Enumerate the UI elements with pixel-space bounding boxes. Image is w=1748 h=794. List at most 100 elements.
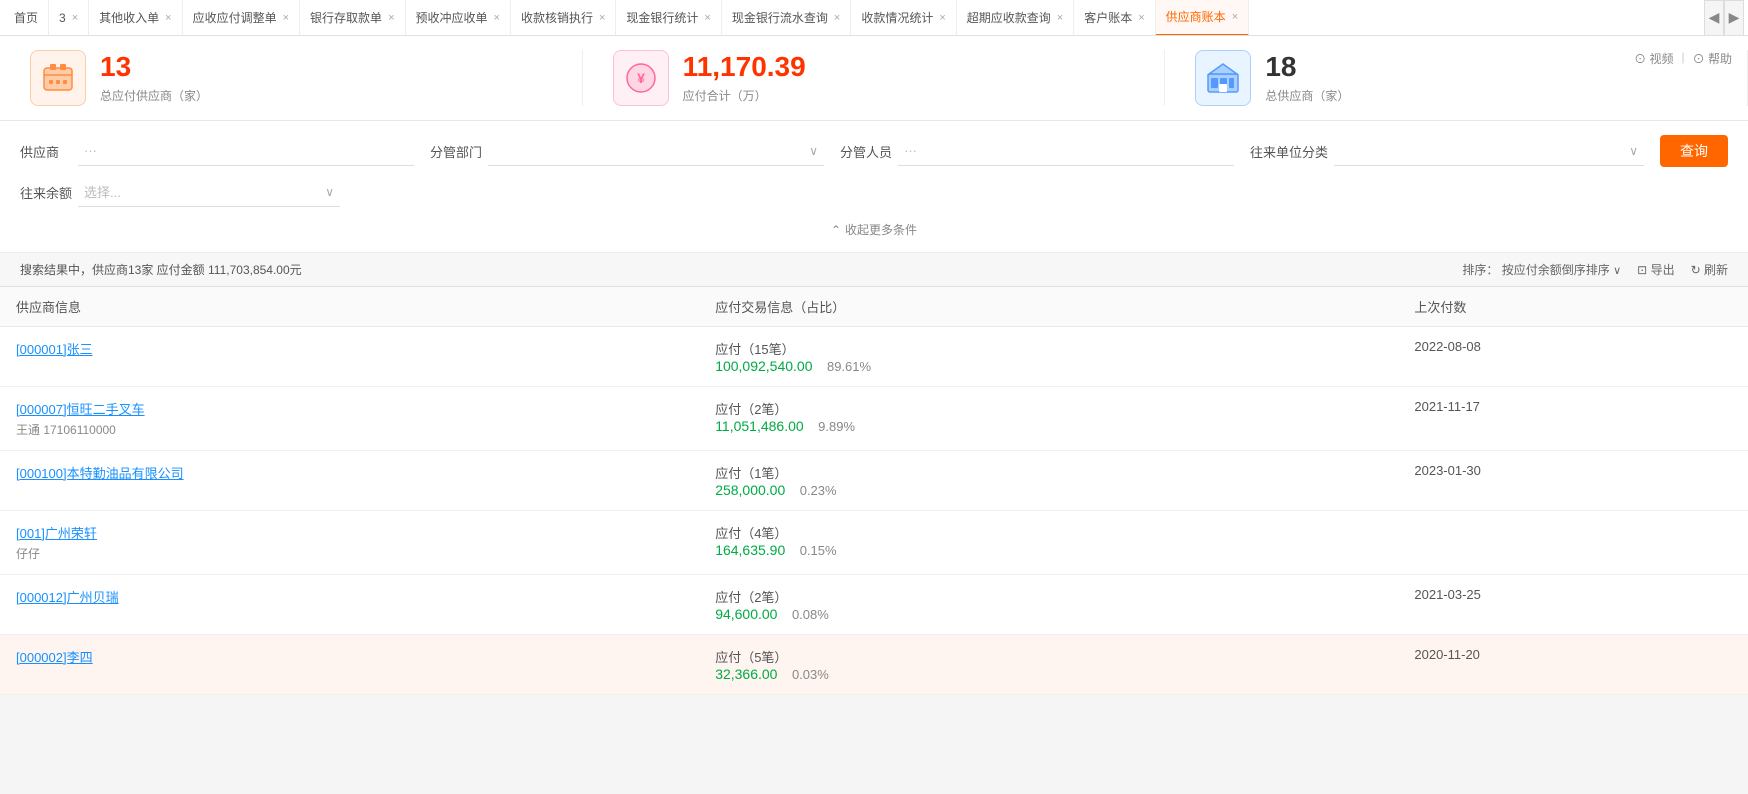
filter-category: 往来单位分类 ∨ xyxy=(1250,136,1644,166)
query-button[interactable]: 查询 xyxy=(1660,135,1728,167)
result-summary: 搜索结果中，供应商13家 应付金额 111,703,854.00元 xyxy=(20,261,302,278)
tab-label: 其他收入单 xyxy=(99,9,159,26)
table-row: [000002]李四 应付（5笔） 32,366.00 0.03% 2020-1… xyxy=(0,635,1748,695)
close-icon[interactable]: × xyxy=(1138,12,1144,24)
nav-tab-payable-adjust[interactable]: 应收应付调整单 × xyxy=(183,0,300,36)
nav-tab-supplier-account[interactable]: 供应商账本 × xyxy=(1156,0,1249,36)
payable-suppliers-number: 13 xyxy=(100,52,208,83)
nav-tab-cash-bank-stat[interactable]: 现金银行统计 × xyxy=(616,0,721,36)
payable-cell: 应付（2笔） 94,600.00 0.08% xyxy=(699,575,1398,635)
payable-amount[interactable]: 258,000.00 xyxy=(715,482,785,498)
table-header-row: 供应商信息 应付交易信息（占比） 上次付数 xyxy=(0,287,1748,327)
close-icon[interactable]: × xyxy=(165,12,171,24)
payable-amount[interactable]: 100,092,540.00 xyxy=(715,358,812,374)
category-select[interactable]: ∨ xyxy=(1334,136,1644,166)
tab-label: 客户账本 xyxy=(1084,9,1132,26)
last-payment-cell xyxy=(1398,511,1748,575)
close-icon[interactable]: × xyxy=(1057,12,1063,24)
result-actions: 排序： 按应付余额倒序排序 ∨ ⊡ 导出 ↻ 刷新 xyxy=(1462,261,1728,278)
supplier-cell: [000002]李四 xyxy=(0,635,699,695)
dept-select[interactable]: ∨ xyxy=(488,136,824,166)
tab-label: 超期应收款查询 xyxy=(967,9,1051,26)
person-input[interactable]: ··· xyxy=(898,136,1234,166)
close-icon[interactable]: × xyxy=(1232,11,1238,23)
nav-tab-customer-account[interactable]: 客户账本 × xyxy=(1074,0,1155,36)
last-payment-cell: 2023-01-30 xyxy=(1398,451,1748,511)
last-payment-date: 2021-03-25 xyxy=(1414,587,1481,602)
payable-total-number: 11,170.39 xyxy=(683,52,806,83)
refresh-button[interactable]: ↻ 刷新 xyxy=(1691,261,1728,278)
total-suppliers-number: 18 xyxy=(1265,52,1349,83)
stat-info-payable-suppliers: 13 总应付供应商（家） xyxy=(100,52,208,104)
nav-tab-advance-collect[interactable]: 预收冲应收单 × xyxy=(406,0,511,36)
total-suppliers-label: 总供应商（家） xyxy=(1265,87,1349,104)
collapse-more-conditions[interactable]: ⌃ 收起更多条件 xyxy=(20,217,1728,242)
nav-tab-collect-stat[interactable]: 收款情况统计 × xyxy=(851,0,956,36)
payable-amount[interactable]: 94,600.00 xyxy=(715,606,777,622)
supplier-link[interactable]: [000100]本特勤油品有限公司 xyxy=(16,466,184,481)
stat-card-payable-total: ¥ 11,170.39 应付合计（万） xyxy=(583,50,1166,106)
amount-info: 应付（2笔） 94,600.00 0.08% xyxy=(715,587,1382,622)
supplier-link[interactable]: [000001]张三 xyxy=(16,342,93,357)
supplier-link[interactable]: [000012]广州贝瑞 xyxy=(16,590,119,605)
payable-label: 应付（2笔） xyxy=(715,590,787,605)
stat-info-total-suppliers: 18 总供应商（家） xyxy=(1265,52,1349,104)
payable-percent: 0.23% xyxy=(800,483,837,498)
tab-label: 3 xyxy=(59,11,66,25)
nav-tab-3[interactable]: 3 × xyxy=(49,0,89,36)
nav-tab-cash-bank-flow[interactable]: 现金银行流水查询 × xyxy=(722,0,851,36)
chevron-down-icon: ∨ xyxy=(1629,144,1638,158)
supplier-link[interactable]: [000007]恒旺二手叉车 xyxy=(16,402,145,417)
table-row: [000100]本特勤油品有限公司 应付（1笔） 258,000.00 0.23… xyxy=(0,451,1748,511)
close-icon[interactable]: × xyxy=(494,12,500,24)
svg-text:¥: ¥ xyxy=(637,70,645,86)
chevron-up-icon: ⌃ xyxy=(831,223,841,237)
result-bar: 搜索结果中，供应商13家 应付金额 111,703,854.00元 排序： 按应… xyxy=(0,253,1748,287)
payable-amount[interactable]: 164,635.90 xyxy=(715,542,785,558)
close-icon[interactable]: × xyxy=(388,12,394,24)
balance-select[interactable]: 选择... ∨ xyxy=(78,177,340,207)
balance-placeholder: 选择... xyxy=(84,182,121,201)
close-icon[interactable]: × xyxy=(834,12,840,24)
payable-amount[interactable]: 11,051,486.00 xyxy=(715,418,804,434)
tab-label: 现金银行流水查询 xyxy=(732,9,828,26)
nav-arrow-left[interactable]: ◀ xyxy=(1704,0,1724,36)
close-icon[interactable]: × xyxy=(599,12,605,24)
close-icon[interactable]: × xyxy=(704,12,710,24)
tab-label: 预收冲应收单 xyxy=(416,9,488,26)
video-link[interactable]: ⊙ 视频 xyxy=(1634,50,1673,67)
supplier-cell: [000100]本特勤油品有限公司 xyxy=(0,451,699,511)
nav-tab-bank-deposit[interactable]: 银行存取款单 × xyxy=(300,0,405,36)
supplier-input[interactable]: ··· xyxy=(78,136,414,166)
tab-label: 收款情况统计 xyxy=(861,9,933,26)
supplier-table: 供应商信息 应付交易信息（占比） 上次付数 [000001]张三 应付（15笔）… xyxy=(0,287,1748,695)
help-link[interactable]: ⊙ 帮助 xyxy=(1693,50,1732,67)
col-supplier-info: 供应商信息 xyxy=(0,287,699,327)
nav-arrow-right[interactable]: ▶ xyxy=(1724,0,1744,36)
table-row: [000001]张三 应付（15笔） 100,092,540.00 89.61%… xyxy=(0,327,1748,387)
close-icon[interactable]: × xyxy=(939,12,945,24)
payable-label: 应付（4笔） xyxy=(715,526,787,541)
nav-tab-overdue-collect[interactable]: 超期应收款查询 × xyxy=(957,0,1074,36)
payable-label: 应付（15笔） xyxy=(715,342,794,357)
nav-tab-collect-verify[interactable]: 收款核销执行 × xyxy=(511,0,616,36)
person-dots: ··· xyxy=(904,143,917,158)
supplier-link[interactable]: [001]广州荣轩 xyxy=(16,526,97,541)
export-button[interactable]: ⊡ 导出 xyxy=(1637,261,1674,278)
total-suppliers-icon xyxy=(1195,50,1251,106)
payable-percent: 0.08% xyxy=(792,607,829,622)
close-icon[interactable]: × xyxy=(72,12,78,24)
sort-value[interactable]: 按应付余额倒序排序 xyxy=(1502,263,1610,277)
filter-row-1: 供应商 ··· 分管部门 ∨ 分管人员 ··· 往来单位分类 ∨ 查询 xyxy=(20,135,1728,167)
filter-row-2: 往来余额 选择... ∨ xyxy=(20,177,1728,207)
nav-scroll-arrows: ◀ ▶ xyxy=(1704,0,1744,36)
payable-cell: 应付（4笔） 164,635.90 0.15% xyxy=(699,511,1398,575)
table-row: [000012]广州贝瑞 应付（2笔） 94,600.00 0.08% 2021… xyxy=(0,575,1748,635)
payable-amount[interactable]: 32,366.00 xyxy=(715,666,777,682)
refresh-icon: ↻ xyxy=(1691,263,1701,277)
supplier-cell: [000007]恒旺二手叉车王通 17106110000 xyxy=(0,387,699,451)
supplier-link[interactable]: [000002]李四 xyxy=(16,650,93,665)
nav-tab-other-income[interactable]: 其他收入单 × xyxy=(89,0,182,36)
nav-tab-home[interactable]: 首页 xyxy=(4,0,49,36)
close-icon[interactable]: × xyxy=(283,12,289,24)
